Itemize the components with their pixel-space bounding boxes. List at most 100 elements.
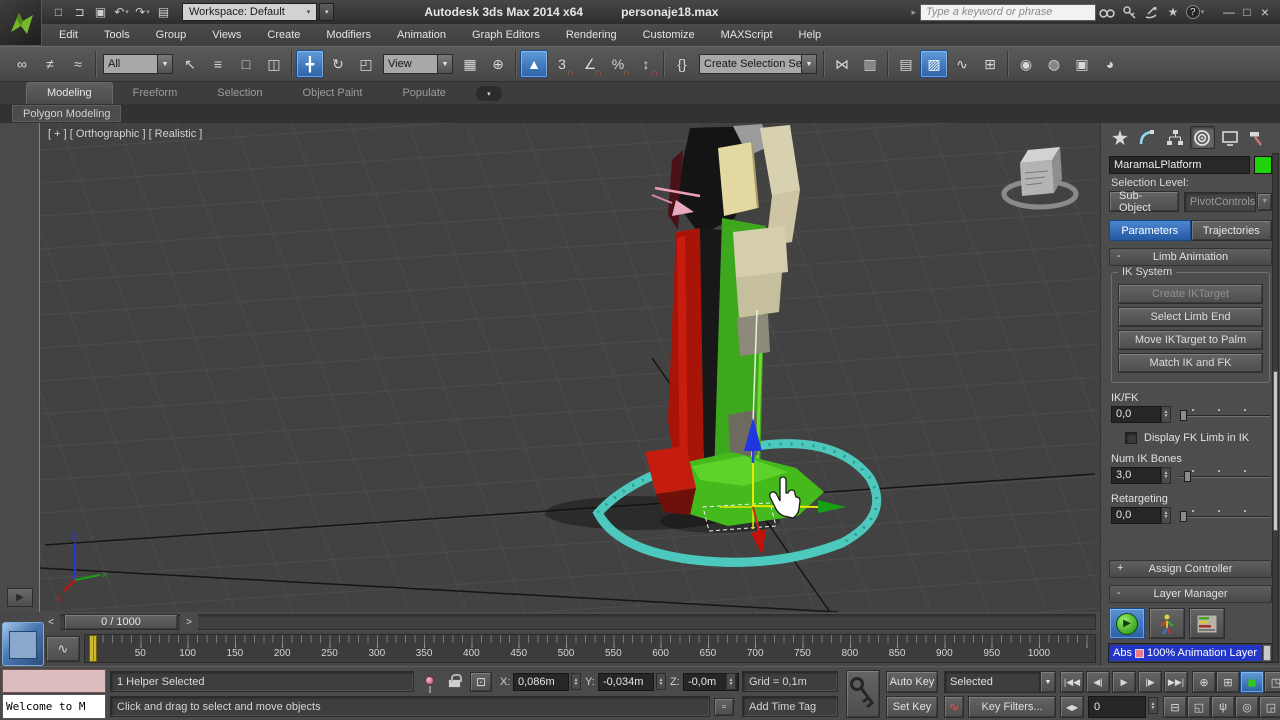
sub-object-level-dropdown-button[interactable]: ▼ (1257, 192, 1272, 211)
menu-tools[interactable]: Tools (91, 24, 143, 46)
menu-create[interactable]: Create (254, 24, 313, 46)
menu-edit[interactable]: Edit (46, 24, 91, 46)
viewport-label[interactable]: [ + ] [ Orthographic ] [ Realistic ] (48, 128, 202, 140)
next-key-button[interactable]: > (180, 614, 198, 630)
viewport-layout-button[interactable]: ⊟ (1163, 696, 1187, 718)
next-frame-button[interactable]: |▶ (1138, 671, 1162, 693)
render-setup-button[interactable]: ◍ (1040, 50, 1068, 78)
retargeting-spinner[interactable]: ▲ ▼ (1161, 506, 1171, 524)
workspace-selector[interactable]: Workspace: Default ▾ (182, 3, 318, 21)
zoom-extents-selected-button[interactable]: ◼ (1240, 671, 1264, 693)
tab-motion[interactable] (1189, 126, 1216, 149)
go-to-end-button[interactable]: ▶▶| (1164, 671, 1188, 693)
ikfk-slider[interactable] (1178, 406, 1272, 423)
search-flyout-icon[interactable]: ▸ (911, 7, 916, 18)
object-color-swatch[interactable] (1254, 156, 1272, 174)
ribbon-tab-selection[interactable]: Selection (197, 83, 282, 104)
ribbon-tab-freeform[interactable]: Freeform (113, 83, 198, 104)
slider-handle[interactable] (1180, 409, 1187, 421)
window-crossing-toggle[interactable]: ◫ (260, 50, 288, 78)
save-file-button[interactable]: ▣ (92, 3, 109, 21)
num-ik-bones-spinner[interactable]: ▲ ▼ (1161, 466, 1171, 484)
select-and-manipulate-button[interactable]: ⊕ (484, 50, 512, 78)
ribbon-tab-object-paint[interactable]: Object Paint (283, 83, 383, 104)
set-key-button[interactable]: Set Key (886, 696, 938, 718)
time-slider-handle[interactable]: 0 / 1000 (64, 614, 178, 630)
ikfk-spinner[interactable]: ▲ ▼ (1161, 405, 1171, 423)
named-selection-sets-dropdown[interactable]: Create Selection Set ▼ (699, 54, 817, 74)
undo-button[interactable]: ↶ ▾ (113, 3, 130, 21)
select-and-scale-button[interactable]: ◰ (352, 50, 380, 78)
tab-trajectories[interactable]: Trajectories (1190, 220, 1272, 241)
menu-group[interactable]: Group (143, 24, 200, 46)
tab-display[interactable] (1217, 126, 1243, 149)
rollout-layer-manager[interactable]: - Layer Manager (1109, 585, 1272, 603)
previous-frame-button[interactable]: ◀| (1086, 671, 1110, 693)
layer-list-scrollbar[interactable] (1263, 645, 1271, 661)
graphite-ribbon-toggle[interactable]: ▨ (920, 50, 948, 78)
select-object-button[interactable]: ↖ (176, 50, 204, 78)
time-slider-track[interactable] (42, 614, 1096, 630)
minimize-button[interactable]: — (1220, 3, 1238, 21)
open-file-button[interactable]: ⊐ (71, 3, 88, 21)
play-animation-button[interactable]: ▶ (1112, 671, 1136, 693)
unlink-selection-button[interactable]: ≠ (36, 50, 64, 78)
use-pivot-point-center-button[interactable]: ▦ (456, 50, 484, 78)
menu-graph-editors[interactable]: Graph Editors (459, 24, 553, 46)
align-button[interactable]: ▥ (856, 50, 884, 78)
maximize-viewport-toggle[interactable]: ◲ (1259, 696, 1280, 718)
application-menu-button[interactable] (0, 0, 42, 46)
favorites-button[interactable]: ★ (1162, 3, 1184, 21)
curve-editor-button[interactable]: ∿ (948, 50, 976, 78)
tab-utilities[interactable] (1245, 126, 1271, 149)
select-and-move-button[interactable]: ╋ (296, 50, 324, 78)
layer-manager-button[interactable]: ▤ (892, 50, 920, 78)
restore-button[interactable]: □ (1238, 3, 1256, 21)
orbit-button[interactable]: ◎ (1235, 696, 1259, 718)
add-time-tag[interactable]: Add Time Tag (742, 696, 838, 717)
current-frame-marker[interactable] (89, 635, 97, 662)
viewport[interactable]: Z x y [ + ] [ Orthographic ] [ Realistic… (39, 122, 1101, 613)
tab-create[interactable] (1107, 126, 1133, 149)
sub-object-button[interactable]: Sub-Object (1109, 190, 1179, 214)
material-editor-button[interactable]: ◉ (1012, 50, 1040, 78)
keyboard-shortcut-override-toggle[interactable]: ▲ (520, 50, 548, 78)
new-scene-button[interactable]: □ (50, 3, 67, 21)
percent-snap-toggle[interactable]: % ∩ (604, 50, 632, 78)
render-production-button[interactable]: ◕ (1096, 50, 1124, 78)
schematic-view-button[interactable]: ⊞ (976, 50, 1004, 78)
menu-rendering[interactable]: Rendering (553, 24, 630, 46)
menu-maxscript[interactable]: MAXScript (708, 24, 786, 46)
tab-hierarchy[interactable] (1162, 126, 1188, 149)
rollout-limb-animation[interactable]: - Limb Animation (1109, 248, 1272, 266)
num-ik-bones-field[interactable]: 3,0 (1111, 466, 1161, 484)
time-tag-icon[interactable]: ▫ (714, 698, 734, 716)
select-and-link-button[interactable]: ∞ (8, 50, 36, 78)
chevron-down-icon[interactable]: ▼ (1040, 671, 1056, 693)
bind-to-space-warp-button[interactable]: ≈ (64, 50, 92, 78)
mirror-button[interactable]: ⋈ (828, 50, 856, 78)
open-mini-curve-editor-button[interactable]: ∿ (46, 636, 80, 662)
pan-view-button[interactable]: ψ (1211, 696, 1235, 718)
previous-key-button[interactable]: < (42, 614, 60, 630)
button-move-iktarget-to-palm[interactable]: Move IKTarget to Palm (1118, 330, 1263, 350)
selection-set-dropdown[interactable]: Selected ▼ (944, 671, 1056, 693)
rendered-frame-window-button[interactable]: ▣ (1068, 50, 1096, 78)
set-keys-button[interactable] (846, 670, 880, 718)
expand-arrow-button[interactable]: ▶ (7, 588, 33, 607)
current-frame-field[interactable]: 0 (1088, 696, 1146, 718)
display-fk-checkbox[interactable] (1125, 432, 1137, 444)
snaps-toggle[interactable]: 3 ∩ (548, 50, 576, 78)
ribbon-panel-polygon-modeling[interactable]: Polygon Modeling (12, 105, 122, 122)
default-in-out-tangents-button[interactable]: ∿ (944, 696, 964, 718)
menu-modifiers[interactable]: Modifiers (313, 24, 384, 46)
auto-key-button[interactable]: Auto Key (886, 671, 938, 693)
scrollbar-thumb[interactable] (1273, 371, 1278, 531)
ribbon-tab-populate[interactable]: Populate (382, 83, 465, 104)
ribbon-tab-modeling[interactable]: Modeling (26, 82, 113, 104)
isolate-selection-icon[interactable] (425, 676, 434, 693)
selection-lock-icon[interactable] (448, 674, 462, 688)
tab-parameters[interactable]: Parameters (1109, 220, 1191, 241)
layer-row-selected[interactable]: Abs 100% Animation Layer (1110, 645, 1261, 661)
retargeting-field[interactable]: 0,0 (1111, 506, 1161, 524)
